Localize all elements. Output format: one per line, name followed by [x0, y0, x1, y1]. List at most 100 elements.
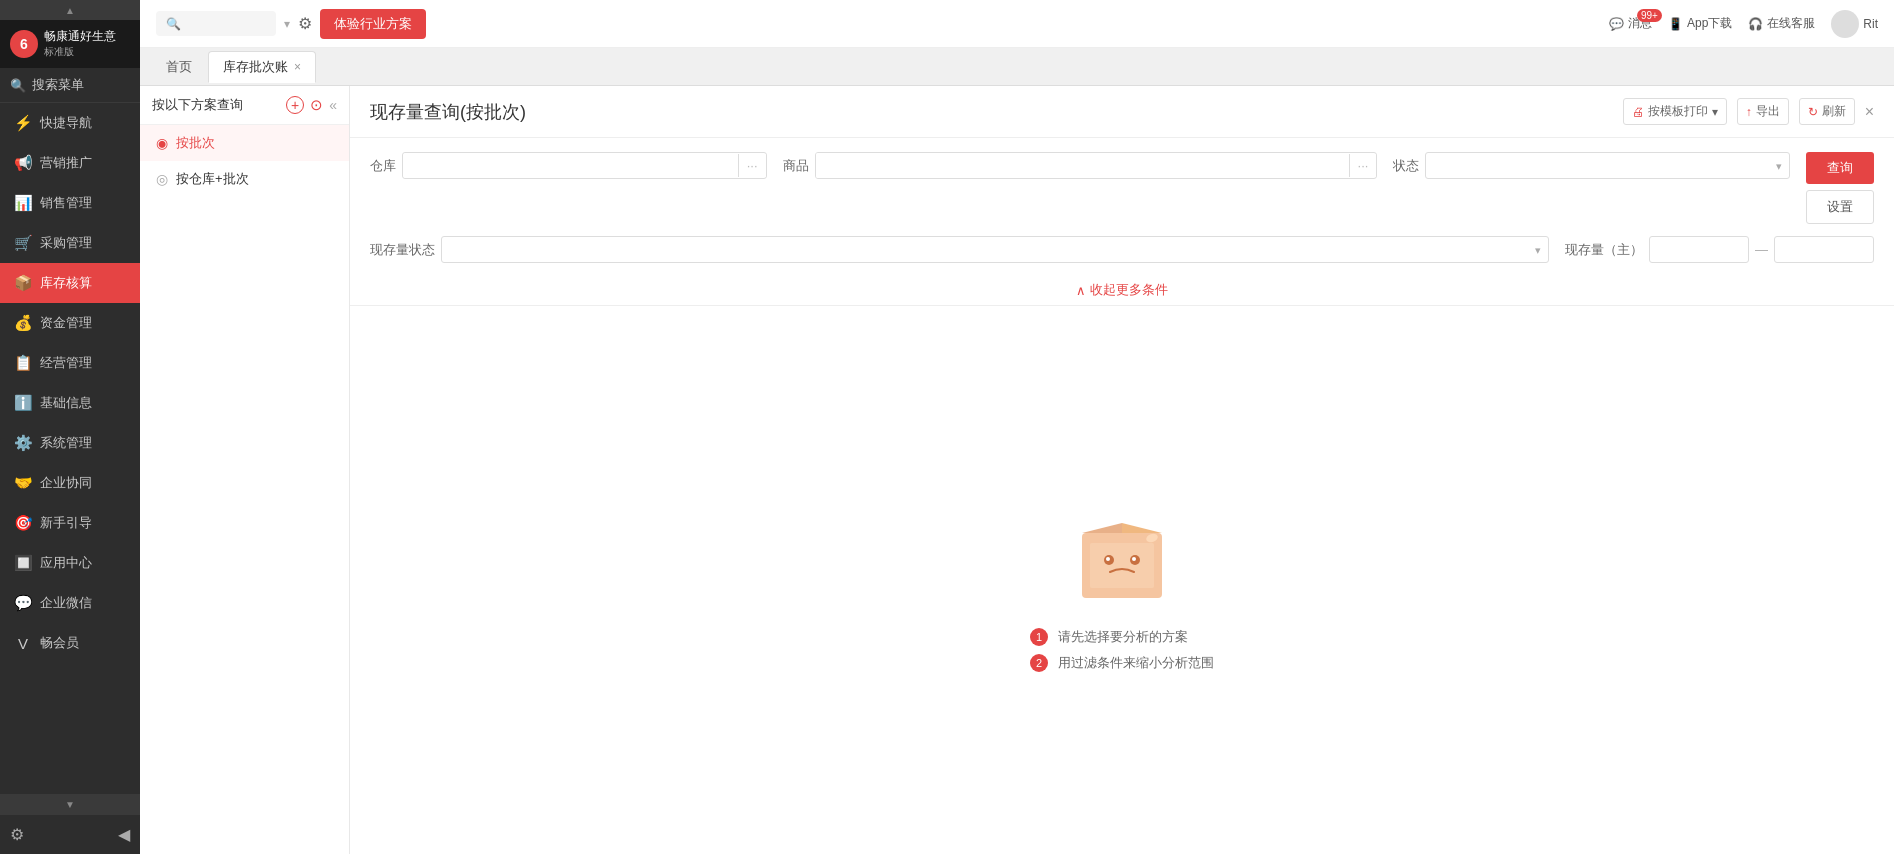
sidebar-nav: ⚡ 快捷导航 📢 营销推广 📊 销售管理 🛒 采购管理 📦 库存核算 💰 资金管…	[0, 103, 140, 794]
product-input[interactable]	[816, 153, 1349, 178]
left-panel: 按以下方案查询 + ⊙ « ◉ 按批次 ◎ 按仓库+批次	[140, 86, 350, 854]
sidebar-item-system[interactable]: ⚙️ 系统管理	[0, 423, 140, 463]
topbar-search-box[interactable]: 🔍	[156, 11, 276, 36]
sidebar-item-purchase[interactable]: 🛒 采购管理	[0, 223, 140, 263]
sidebar-item-quick-nav[interactable]: ⚡ 快捷导航	[0, 103, 140, 143]
instruction-2-text: 用过滤条件来缩小分析范围	[1058, 654, 1214, 672]
warehouse-filter-group: 仓库 ···	[370, 152, 767, 179]
quantity-max-input[interactable]	[1774, 236, 1874, 263]
sidebar-item-vip[interactable]: V 畅会员	[0, 623, 140, 663]
system-icon: ⚙️	[14, 434, 32, 452]
sidebar-item-label: 经营管理	[40, 354, 92, 372]
topbar-gear-icon[interactable]: ⚙	[298, 14, 312, 33]
sidebar-item-finance[interactable]: 💰 资金管理	[0, 303, 140, 343]
main-area: 🔍 ▾ ⚙ 体验行业方案 💬 消息 99+ 📱 App下载 🎧 在线客服	[140, 0, 1894, 854]
phone-icon: 📱	[1668, 17, 1683, 31]
messages-btn[interactable]: 💬 消息 99+	[1609, 15, 1652, 32]
instruction-1-text: 请先选择要分析的方案	[1058, 628, 1188, 646]
sidebar-item-label: 企业微信	[40, 594, 92, 612]
finance-icon: 💰	[14, 314, 32, 332]
tab-home[interactable]: 首页	[152, 52, 206, 82]
quantity-min-input[interactable]	[1649, 236, 1749, 263]
quick-nav-icon: ⚡	[14, 114, 32, 132]
sidebar-collapse-icon[interactable]: ◀	[118, 825, 130, 844]
step-2-num: 2	[1030, 654, 1048, 672]
sidebar-item-sales[interactable]: 📊 销售管理	[0, 183, 140, 223]
status-filter-group: 状态 ▾	[1393, 152, 1790, 179]
collapse-filters-btn[interactable]: ∧ 收起更多条件	[350, 275, 1894, 305]
experience-btn[interactable]: 体验行业方案	[320, 9, 426, 39]
user-profile-btn[interactable]: Rit	[1831, 10, 1878, 38]
sidebar-item-inventory[interactable]: 📦 库存核算	[0, 263, 140, 303]
refresh-icon: ↻	[1808, 105, 1818, 119]
newbie-icon: 🎯	[14, 514, 32, 532]
filter-buttons-group: 查询 设置	[1806, 152, 1874, 224]
refresh-btn[interactable]: ↻ 刷新	[1799, 98, 1855, 125]
sidebar-item-basic-info[interactable]: ℹ️ 基础信息	[0, 383, 140, 423]
settings-footer-icon[interactable]: ⚙	[10, 825, 24, 844]
product-filter-group: 商品 ···	[783, 152, 1378, 179]
online-service-btn[interactable]: 🎧 在线客服	[1748, 15, 1815, 32]
right-content: 现存量查询(按批次) 🖨 按模板打印 ▾ ↑ 导出 ↻ 刷新	[350, 86, 1894, 854]
message-badge: 99+	[1637, 9, 1662, 22]
scheme-settings-icon[interactable]: ⊙	[310, 96, 323, 114]
sidebar-item-newbie[interactable]: 🎯 新手引导	[0, 503, 140, 543]
sidebar-scroll-up[interactable]: ▲	[0, 0, 140, 20]
basic-info-icon: ℹ️	[14, 394, 32, 412]
sidebar-item-label: 采购管理	[40, 234, 92, 252]
empty-instructions: 1 请先选择要分析的方案 2 用过滤条件来缩小分析范围	[1030, 628, 1214, 672]
page-header: 现存量查询(按批次) 🖨 按模板打印 ▾ ↑ 导出 ↻ 刷新	[350, 86, 1894, 138]
dropdown-arrow-icon[interactable]: ▾	[284, 17, 290, 31]
sidebar-item-label: 快捷导航	[40, 114, 92, 132]
topbar-search-icon: 🔍	[166, 17, 181, 31]
scheme-item-by-batch[interactable]: ◉ 按批次	[140, 125, 349, 161]
product-more-btn[interactable]: ···	[1349, 154, 1377, 177]
sidebar-item-label: 资金管理	[40, 314, 92, 332]
app-center-icon: 🔲	[14, 554, 32, 572]
topbar: 🔍 ▾ ⚙ 体验行业方案 💬 消息 99+ 📱 App下载 🎧 在线客服	[140, 0, 1894, 48]
message-icon: 💬	[1609, 17, 1624, 31]
inventory-icon: 📦	[14, 274, 32, 292]
sidebar-header: 6 畅康通好生意 标准版	[0, 20, 140, 68]
active-scheme-icon: ◉	[156, 135, 168, 151]
sales-icon: 📊	[14, 194, 32, 212]
close-content-btn[interactable]: ×	[1865, 103, 1874, 121]
sidebar-item-app-center[interactable]: 🔲 应用中心	[0, 543, 140, 583]
sidebar-item-wechat[interactable]: 💬 企业微信	[0, 583, 140, 623]
warehouse-more-btn[interactable]: ···	[738, 154, 766, 177]
query-btn[interactable]: 查询	[1806, 152, 1874, 184]
app-download-btn[interactable]: 📱 App下载	[1668, 15, 1732, 32]
headset-icon: 🎧	[1748, 17, 1763, 31]
status-select[interactable]	[1425, 152, 1790, 179]
sidebar-scroll-down[interactable]: ▼	[0, 794, 140, 814]
stock-status-select[interactable]	[441, 236, 1549, 263]
sidebar-item-marketing[interactable]: 📢 营销推广	[0, 143, 140, 183]
sidebar-search[interactable]: 🔍 搜索菜单	[0, 68, 140, 103]
tab-batch-account[interactable]: 库存批次账 ×	[208, 51, 316, 83]
print-expand-icon[interactable]: ▾	[1712, 105, 1718, 119]
warehouse-input[interactable]	[403, 153, 738, 178]
empty-illustration	[1052, 488, 1192, 608]
settings-btn[interactable]: 设置	[1806, 190, 1874, 224]
step-1-num: 1	[1030, 628, 1048, 646]
export-btn[interactable]: ↑ 导出	[1737, 98, 1789, 125]
sidebar-item-enterprise[interactable]: 🤝 企业协同	[0, 463, 140, 503]
sidebar: ▲ 6 畅康通好生意 标准版 🔍 搜索菜单 ⚡ 快捷导航 📢 营销推广 📊 销售…	[0, 0, 140, 854]
content-area: 按以下方案查询 + ⊙ « ◉ 按批次 ◎ 按仓库+批次 现存量查询(按批次)	[140, 86, 1894, 854]
add-scheme-icon[interactable]: +	[286, 96, 304, 114]
status-label: 状态	[1393, 157, 1419, 175]
print-template-btn[interactable]: 🖨 按模板打印 ▾	[1623, 98, 1727, 125]
collapse-left-panel-icon[interactable]: «	[329, 97, 337, 113]
sidebar-item-label: 应用中心	[40, 554, 92, 572]
app-name: 畅康通好生意	[44, 29, 116, 45]
marketing-icon: 📢	[14, 154, 32, 172]
scheme-item-by-warehouse-batch[interactable]: ◎ 按仓库+批次	[140, 161, 349, 197]
svg-rect-1	[1090, 543, 1154, 588]
avatar	[1831, 10, 1859, 38]
sidebar-item-operations[interactable]: 📋 经营管理	[0, 343, 140, 383]
warehouse-label: 仓库	[370, 157, 396, 175]
left-panel-title: 按以下方案查询	[152, 96, 243, 114]
wechat-icon: 💬	[14, 594, 32, 612]
search-icon: 🔍	[10, 78, 26, 93]
tab-close-icon[interactable]: ×	[294, 60, 301, 74]
